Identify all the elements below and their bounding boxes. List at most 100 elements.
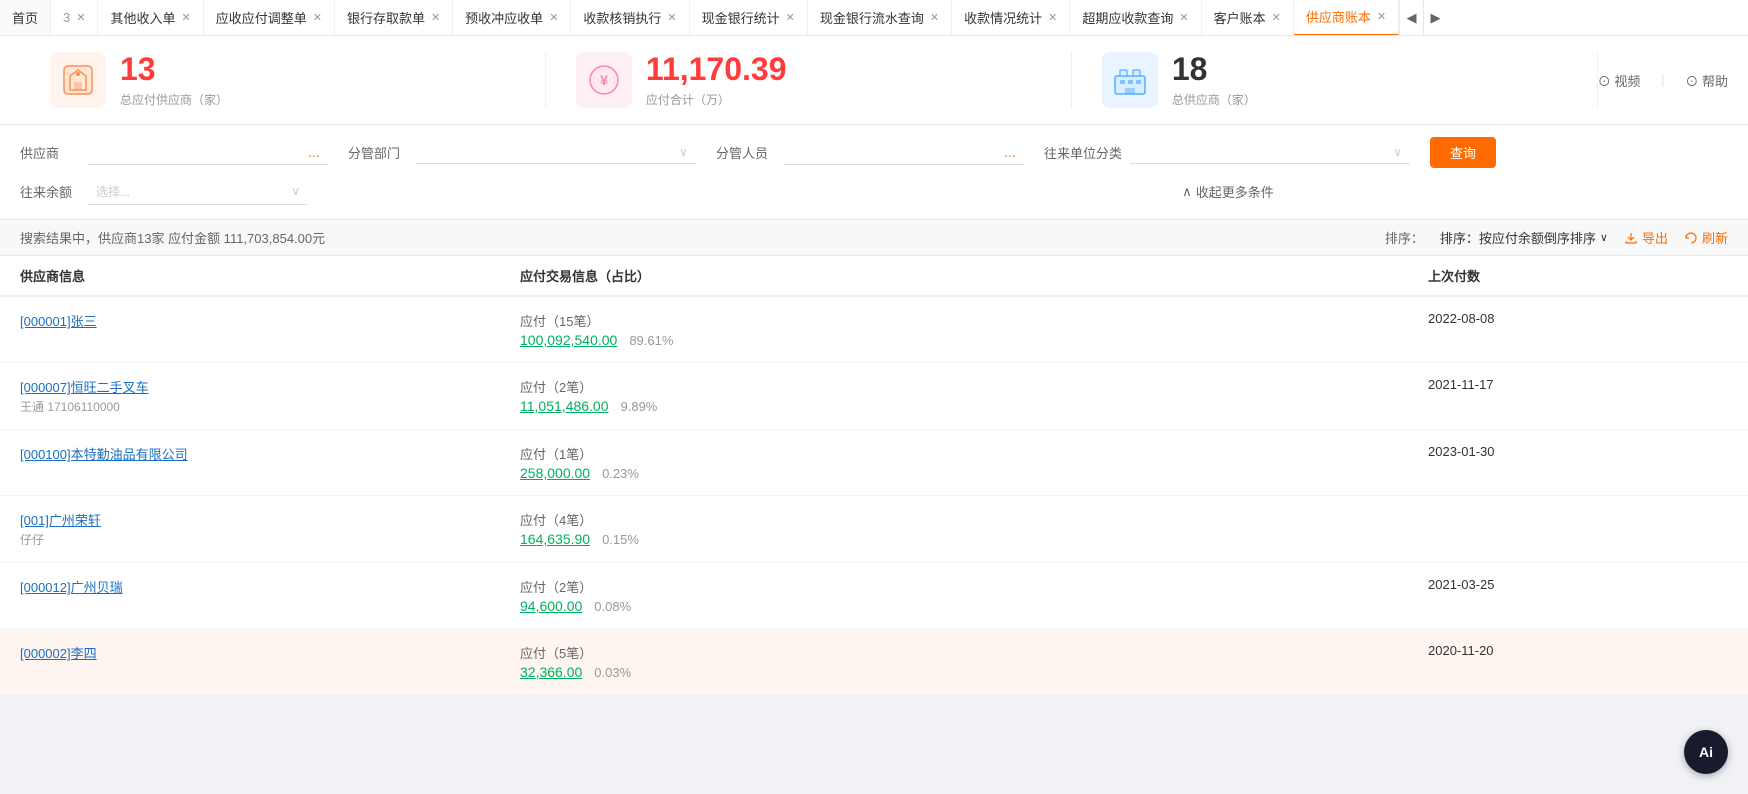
last-payment-5: 2021-03-25: [1428, 577, 1728, 592]
nav-overdue-ar[interactable]: 超期应收款查询 ✕: [1070, 0, 1201, 36]
trans-amount-4[interactable]: 164,635.90: [520, 531, 590, 547]
ai-badge-label: Ai: [1699, 744, 1713, 760]
nav-cash-bank-stat[interactable]: 现金银行统计 ✕: [690, 0, 808, 36]
trans-row-2: 11,051,486.00 9.89%: [520, 398, 1428, 414]
refresh-label: 刷新: [1702, 228, 1728, 247]
close-customer-ledger-icon[interactable]: ✕: [1272, 11, 1281, 24]
close-collection-exec-icon[interactable]: ✕: [667, 11, 676, 24]
close-supplier-ledger-icon[interactable]: ✕: [1377, 10, 1386, 23]
person-filter: 分管人员 ...: [716, 141, 1024, 165]
supplier-sub-4: 仔仔: [20, 531, 520, 548]
supplier-info-5: [000012]广州贝瑞: [20, 577, 520, 596]
text-help-link[interactable]: ⊙ 帮助: [1685, 71, 1728, 90]
export-button[interactable]: 导出: [1624, 228, 1668, 247]
video-help-link[interactable]: ⊙ 视频: [1598, 71, 1641, 90]
trans-amount-5[interactable]: 94,600.00: [520, 598, 582, 614]
nav-ar-ap-adjust[interactable]: 应收应付调整单 ✕: [204, 0, 335, 36]
table-container: 供应商信息 应付交易信息（占比） 上次付数 [000001]张三 应付（15笔）…: [0, 256, 1748, 695]
trans-percent-1: 89.61%: [629, 333, 673, 348]
person-filter-label: 分管人员: [716, 143, 776, 162]
last-payment-3: 2023-01-30: [1428, 444, 1728, 459]
trans-row-6: 32,366.00 0.03%: [520, 664, 1428, 680]
trans-amount-6[interactable]: 32,366.00: [520, 664, 582, 680]
col-header-transaction: 应付交易信息（占比）: [520, 266, 1428, 285]
collapse-icon: ∧: [1182, 184, 1192, 200]
close-cash-bank-flow-icon[interactable]: ✕: [930, 11, 939, 24]
filter-row-2: 往来余额 选择... ∨ ∧ 收起更多条件: [20, 176, 1728, 207]
supplier-link-4[interactable]: [001]广州荣轩: [20, 513, 101, 528]
table-row: [000007]恒旺二手叉车 王通 17106110000 应付（2笔） 11,…: [0, 363, 1748, 430]
nav-cash-bank-flow[interactable]: 现金银行流水查询 ✕: [808, 0, 952, 36]
close-ar-ap-adjust-icon[interactable]: ✕: [313, 11, 322, 24]
close-overdue-ar-icon[interactable]: ✕: [1179, 11, 1188, 24]
table-header: 供应商信息 应付交易信息（占比） 上次付数: [0, 256, 1748, 297]
transaction-info-6: 应付（5笔） 32,366.00 0.03%: [520, 643, 1428, 680]
total-suppliers-number: 18: [1172, 52, 1256, 87]
nav-collection-stat[interactable]: 收款情况统计 ✕: [952, 0, 1070, 36]
ap-amount-label: 应付合计（万）: [646, 91, 787, 108]
sort-chevron-icon: ∨: [1600, 231, 1608, 244]
search-button[interactable]: 查询: [1430, 137, 1496, 168]
trans-amount-2[interactable]: 11,051,486.00: [520, 398, 609, 414]
supplier-link-2[interactable]: [000007]恒旺二手叉车: [20, 380, 149, 395]
nav-advance-ar[interactable]: 预收冲应收单 ✕: [453, 0, 571, 36]
unit-type-filter: 往来单位分类 ∨: [1044, 141, 1410, 164]
close-bank-deposit-icon[interactable]: ✕: [431, 11, 440, 24]
summary-help: ⊙ 视频 丨 ⊙ 帮助: [1598, 71, 1728, 90]
supplier-info-3: [000100]本特勤油品有限公司: [20, 444, 520, 463]
trans-amount-3[interactable]: 258,000.00: [520, 465, 590, 481]
nav-supplier-ledger[interactable]: 供应商账本 ✕: [1294, 0, 1399, 36]
table-row: [000012]广州贝瑞 应付（2笔） 94,600.00 0.08% 2021…: [0, 563, 1748, 629]
close-advance-ar-icon[interactable]: ✕: [549, 11, 558, 24]
supplier-info-2: [000007]恒旺二手叉车 王通 17106110000: [20, 377, 520, 415]
ap-amount-number: 11,170.39: [646, 52, 787, 87]
transaction-info-3: 应付（1笔） 258,000.00 0.23%: [520, 444, 1428, 481]
supplier-link-6[interactable]: [000002]李四: [20, 646, 97, 661]
supplier-filter-label: 供应商: [20, 143, 80, 162]
close-other-income-icon[interactable]: ✕: [181, 11, 190, 24]
collapse-filters-btn[interactable]: ∧ 收起更多条件: [1182, 176, 1274, 207]
trans-label-2: 应付（2笔）: [520, 377, 1428, 396]
nav-tab3[interactable]: 3 ✕: [51, 0, 98, 36]
unit-type-filter-select[interactable]: ∨: [1130, 141, 1410, 164]
trans-percent-6: 0.03%: [594, 665, 631, 680]
collapse-label: 收起更多条件: [1196, 182, 1274, 201]
balance-filter-select[interactable]: 选择... ∨: [88, 179, 308, 205]
trans-amount-1[interactable]: 100,092,540.00: [520, 332, 617, 348]
export-label: 导出: [1642, 228, 1668, 247]
trans-row-4: 164,635.90 0.15%: [520, 531, 1428, 547]
supplier-filter-input[interactable]: [88, 141, 308, 164]
table-row: [000100]本特勤油品有限公司 应付（1笔） 258,000.00 0.23…: [0, 430, 1748, 496]
unit-type-chevron-icon: ∨: [1393, 145, 1402, 159]
ai-badge[interactable]: Ai: [1684, 730, 1728, 774]
trans-label-4: 应付（4笔）: [520, 510, 1428, 529]
nav-next-arrow[interactable]: ▶: [1423, 0, 1447, 36]
supplier-link-3[interactable]: [000100]本特勤油品有限公司: [20, 447, 188, 462]
person-filter-input[interactable]: [784, 141, 1004, 164]
close-collection-stat-icon[interactable]: ✕: [1048, 11, 1057, 24]
nav-collection-exec[interactable]: 收款核销执行 ✕: [571, 0, 689, 36]
dept-filter-select[interactable]: ∨: [416, 141, 696, 164]
trans-percent-5: 0.08%: [594, 599, 631, 614]
supplier-info-1: [000001]张三: [20, 311, 520, 330]
last-payment-2: 2021-11-17: [1428, 377, 1728, 392]
supplier-sub-2: 王通 17106110000: [20, 398, 520, 415]
total-suppliers-icon: [1102, 52, 1158, 108]
refresh-button[interactable]: 刷新: [1684, 228, 1728, 247]
supplier-dots-btn[interactable]: ...: [308, 144, 320, 160]
nav-bank-deposit[interactable]: 银行存取款单 ✕: [335, 0, 453, 36]
close-tab3-icon[interactable]: ✕: [76, 11, 85, 24]
person-dots-btn[interactable]: ...: [1004, 144, 1016, 160]
close-cash-bank-stat-icon[interactable]: ✕: [786, 11, 795, 24]
nav-other-income[interactable]: 其他收入单 ✕: [98, 0, 203, 36]
nav-customer-ledger[interactable]: 客户账本 ✕: [1202, 0, 1294, 36]
supplier-info-4: [001]广州荣轩 仔仔: [20, 510, 520, 548]
balance-filter-label: 往来余额: [20, 182, 80, 201]
sort-select[interactable]: 排序：按应付余额倒序排序 ∨: [1440, 228, 1608, 247]
nav-prev-arrow[interactable]: ◀: [1399, 0, 1423, 36]
total-suppliers-text: 18 总供应商（家）: [1172, 52, 1256, 108]
nav-home[interactable]: 首页: [0, 0, 51, 36]
supplier-link-1[interactable]: [000001]张三: [20, 314, 97, 329]
trans-percent-3: 0.23%: [602, 466, 639, 481]
supplier-link-5[interactable]: [000012]广州贝瑞: [20, 580, 123, 595]
